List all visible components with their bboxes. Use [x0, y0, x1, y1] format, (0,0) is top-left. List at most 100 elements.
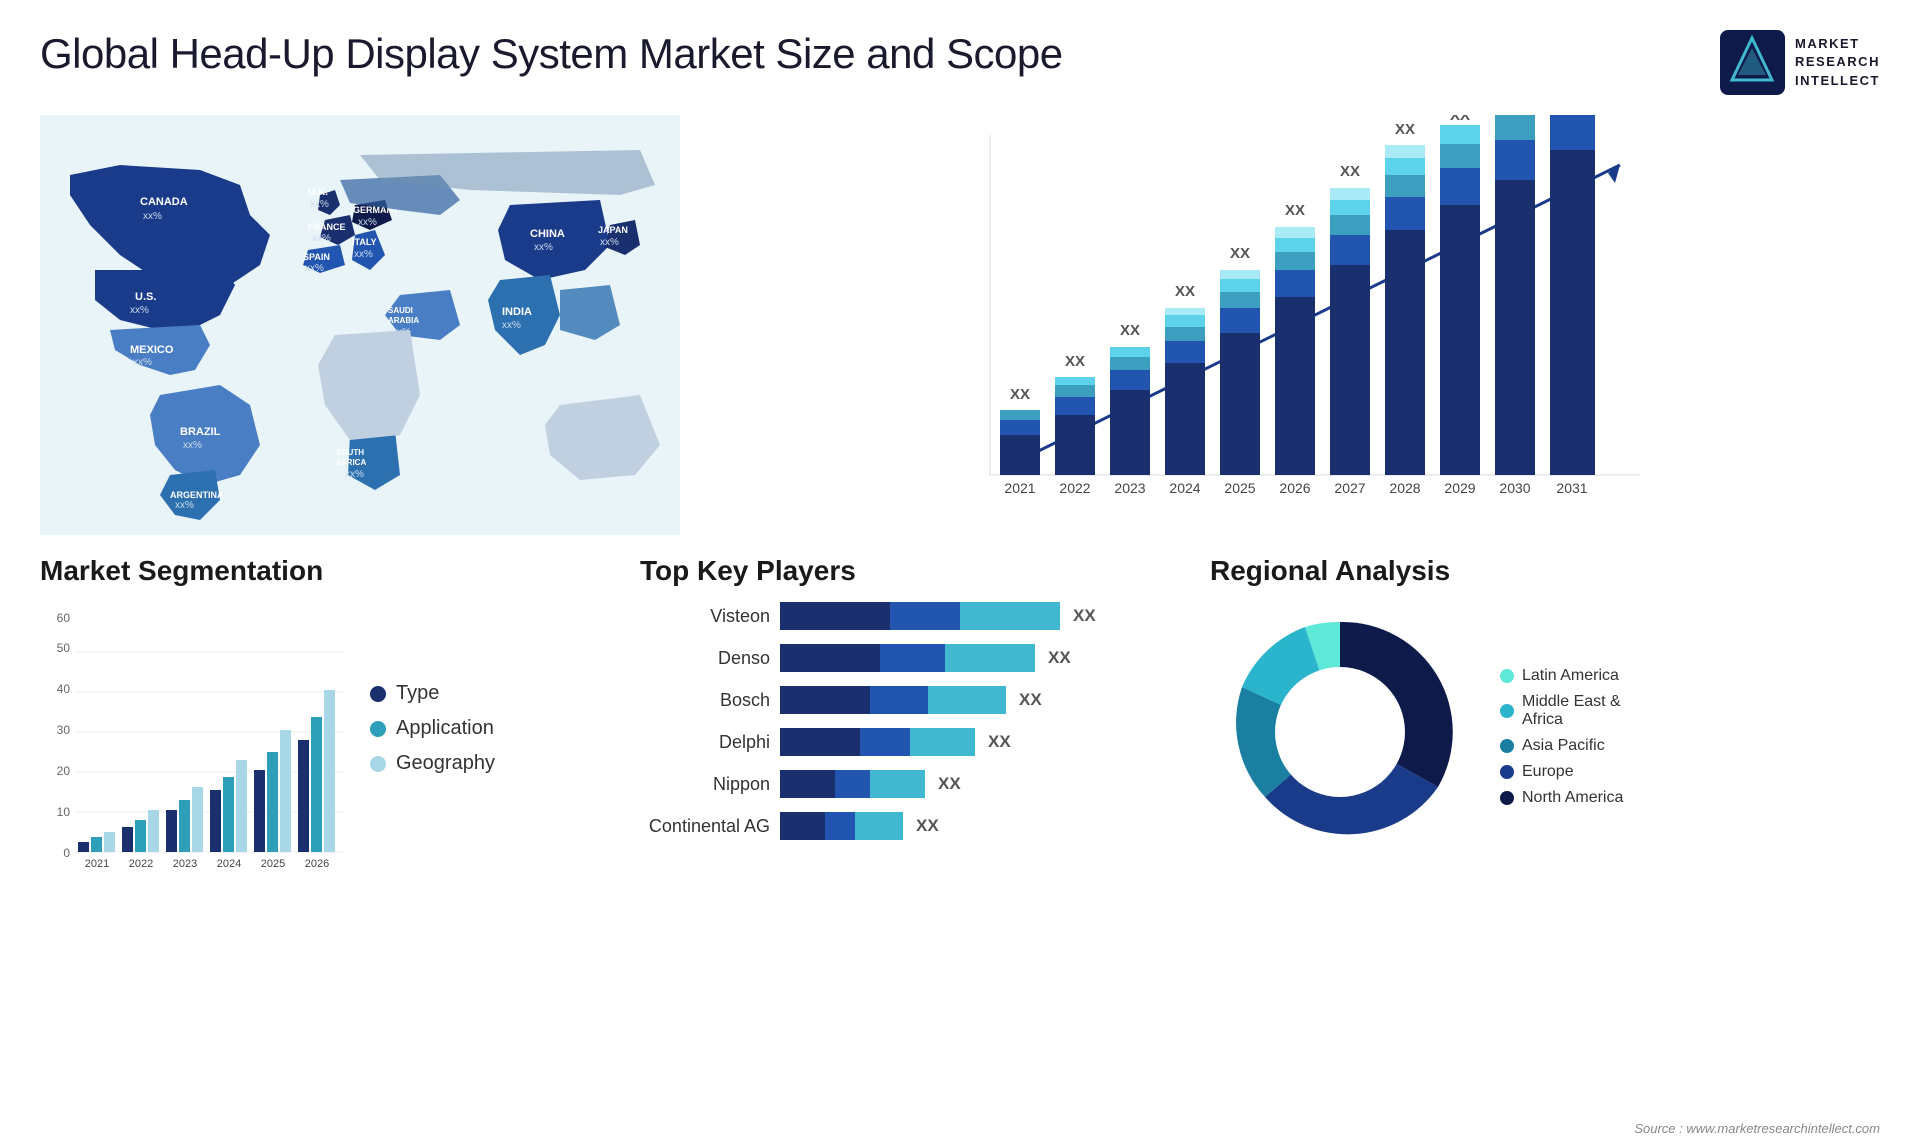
svg-text:20: 20: [57, 764, 71, 778]
france-value: xx%: [312, 233, 331, 244]
regional-title: Regional Analysis: [1210, 555, 1870, 587]
player-name-continental: Continental AG: [640, 816, 770, 837]
player-nippon: Nippon XX: [640, 770, 1160, 798]
logo-container: MARKETRESEARCHINTELLECT: [1720, 30, 1880, 95]
spain-value: xx%: [305, 263, 324, 274]
canada-value: xx%: [143, 211, 162, 222]
germany-value: xx%: [358, 217, 377, 228]
application-color: [370, 721, 386, 737]
argentina-label: ARGENTINA: [170, 490, 224, 500]
legend-mea: Middle East &Africa: [1500, 693, 1623, 729]
brazil-value: xx%: [183, 440, 202, 451]
brazil-label: BRAZIL: [180, 426, 221, 438]
page-title: Global Head-Up Display System Market Siz…: [40, 30, 1063, 78]
player-denso: Denso XX: [640, 644, 1160, 672]
legend-asia-pacific: Asia Pacific: [1500, 737, 1623, 755]
legend-type: Type: [370, 682, 495, 705]
bar-2021: XX 2021: [1000, 386, 1040, 496]
bar-2031: 2031: [1550, 115, 1595, 496]
player-name-visteon: Visteon: [640, 606, 770, 627]
type-color: [370, 686, 386, 702]
svg-text:2022: 2022: [129, 858, 153, 870]
svg-text:40: 40: [57, 682, 71, 696]
southafrica-value: xx%: [345, 469, 364, 480]
svg-text:2024: 2024: [217, 858, 241, 870]
bar-2026: XX 2026: [1275, 202, 1315, 496]
legend-europe: Europe: [1500, 763, 1623, 781]
player-visteon: Visteon XX: [640, 602, 1160, 630]
svg-text:XX: XX: [1450, 115, 1470, 124]
svg-text:2023: 2023: [1114, 480, 1145, 496]
player-name-denso: Denso: [640, 648, 770, 669]
svg-text:XX: XX: [1065, 353, 1085, 370]
uk-value: xx%: [310, 199, 329, 210]
bar-2029: 2029: [1440, 125, 1480, 496]
svg-text:30: 30: [57, 723, 71, 737]
header: Global Head-Up Display System Market Siz…: [40, 30, 1880, 95]
logo-icon: [1720, 30, 1785, 95]
player-bar-nippon: XX: [780, 770, 961, 798]
legend-application: Application: [370, 717, 495, 740]
saudi-label2: ARABIA: [388, 316, 419, 325]
bar-2028: XX 2028: [1385, 121, 1425, 496]
player-name-delphi: Delphi: [640, 732, 770, 753]
italy-value: xx%: [354, 249, 373, 260]
player-name-bosch: Bosch: [640, 690, 770, 711]
china-label: CHINA: [530, 228, 565, 240]
saudi-label: SAUDI: [388, 306, 413, 315]
donut-chart-svg: [1210, 602, 1470, 862]
svg-text:2027: 2027: [1334, 480, 1365, 496]
bar-2027: XX 2027: [1330, 163, 1370, 496]
mexico-label: MEXICO: [130, 344, 174, 356]
uk-label: U.K.: [308, 187, 328, 198]
svg-text:60: 60: [57, 611, 71, 625]
segmentation-title: Market Segmentation: [40, 555, 600, 587]
svg-text:2021: 2021: [1004, 480, 1035, 496]
player-bar-bosch: XX: [780, 686, 1042, 714]
legend-north-america: North America: [1500, 789, 1623, 807]
svg-text:XX: XX: [1120, 322, 1140, 339]
argentina-value: xx%: [175, 500, 194, 511]
italy-label: ITALY: [352, 237, 377, 247]
world-map: CANADA xx% U.S. xx% MEXICO xx% BRAZIL xx…: [40, 115, 680, 535]
svg-text:2022: 2022: [1059, 480, 1090, 496]
geography-color: [370, 756, 386, 772]
legend-latin-america: Latin America: [1500, 667, 1623, 685]
svg-text:2028: 2028: [1389, 480, 1420, 496]
svg-text:2031: 2031: [1556, 480, 1587, 496]
segmentation-legend: Type Application Geography: [370, 602, 495, 775]
us-value: xx%: [130, 305, 149, 316]
svg-text:XX: XX: [1010, 386, 1030, 403]
svg-text:XX: XX: [1285, 202, 1305, 219]
southafrica-label: SOUTH: [336, 448, 364, 457]
svg-text:2024: 2024: [1169, 480, 1200, 496]
svg-text:2021: 2021: [85, 858, 109, 870]
regional-legend: Latin America Middle East &Africa Asia P…: [1500, 667, 1623, 807]
svg-text:2023: 2023: [173, 858, 197, 870]
svg-text:2025: 2025: [1224, 480, 1255, 496]
india-label: INDIA: [502, 306, 532, 318]
japan-label: JAPAN: [598, 225, 628, 235]
growth-chart: XX 2021 XX 2022: [700, 115, 1880, 495]
svg-text:XX: XX: [1340, 163, 1360, 180]
bottom-sections: Market Segmentation 0 10 20 30 40 50 60: [40, 555, 1880, 872]
regional-content: Latin America Middle East &Africa Asia P…: [1210, 602, 1870, 862]
svg-text:XX: XX: [1230, 245, 1250, 262]
legend-geography: Geography: [370, 752, 495, 775]
page-container: Global Head-Up Display System Market Siz…: [0, 0, 1920, 1146]
segmentation-section: Market Segmentation 0 10 20 30 40 50 60: [40, 555, 600, 872]
bar-2022: XX 2022: [1055, 353, 1095, 496]
bar-chart-svg: XX 2021 XX 2022: [700, 115, 1880, 545]
us-label: U.S.: [135, 291, 156, 303]
player-bar-denso: XX: [780, 644, 1071, 672]
bar-2030: 2030: [1495, 115, 1535, 496]
bar-2023: XX 2023: [1110, 322, 1150, 496]
svg-text:XX: XX: [1175, 283, 1195, 300]
svg-text:2025: 2025: [261, 858, 285, 870]
svg-text:XX: XX: [1395, 121, 1415, 138]
india-value: xx%: [502, 320, 521, 331]
player-continental: Continental AG XX: [640, 812, 1160, 840]
svg-text:2029: 2029: [1444, 480, 1475, 496]
svg-text:50: 50: [57, 641, 71, 655]
svg-text:2026: 2026: [1279, 480, 1310, 496]
